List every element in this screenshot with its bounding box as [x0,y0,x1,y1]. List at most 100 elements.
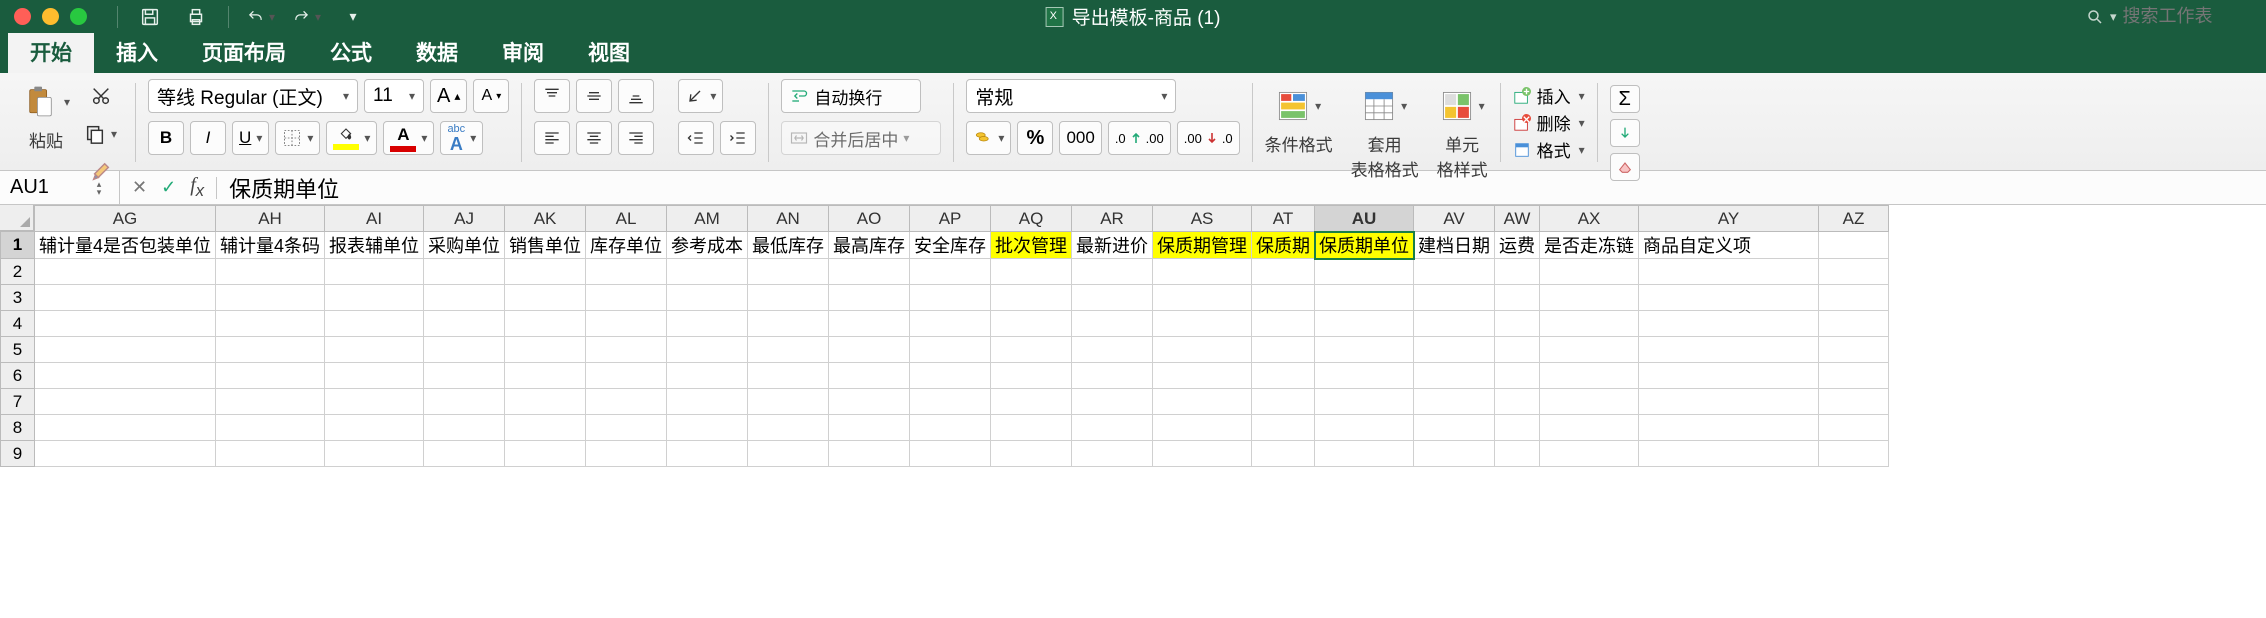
tab-home[interactable]: 开始 [8,29,94,73]
row-header-7[interactable]: 7 [1,389,35,415]
cell-AH6[interactable] [216,363,325,389]
cell-AO9[interactable] [829,441,910,467]
cell-AO8[interactable] [829,415,910,441]
column-header-AU[interactable]: AU [1315,206,1414,232]
cell-AQ7[interactable] [991,389,1072,415]
cell-AV8[interactable] [1414,415,1495,441]
cell-AJ6[interactable] [424,363,505,389]
cell-AY5[interactable] [1639,337,1819,363]
cell-AM3[interactable] [667,285,748,311]
cell-AX9[interactable] [1540,441,1639,467]
cell-AJ1[interactable]: 采购单位 [424,232,505,259]
cell-AV2[interactable] [1414,259,1495,285]
cell-AY4[interactable] [1639,311,1819,337]
cell-AJ8[interactable] [424,415,505,441]
cell-AX1[interactable]: 是否走冻链 [1540,232,1639,259]
underline-button[interactable]: U [232,121,269,155]
cell-AU6[interactable] [1315,363,1414,389]
cell-AK2[interactable] [505,259,586,285]
autosum-button[interactable]: Σ [1610,85,1640,113]
cell-AU4[interactable] [1315,311,1414,337]
cell-AV9[interactable] [1414,441,1495,467]
format-as-table-button[interactable] [1362,83,1408,129]
cell-AN8[interactable] [748,415,829,441]
cell-AT7[interactable] [1252,389,1315,415]
cell-AX7[interactable] [1540,389,1639,415]
cell-AW2[interactable] [1495,259,1540,285]
row-header-2[interactable]: 2 [1,259,35,285]
cell-AI1[interactable]: 报表辅单位 [325,232,424,259]
column-header-AQ[interactable]: AQ [991,206,1072,232]
cell-AS5[interactable] [1153,337,1252,363]
cell-AS1[interactable]: 保质期管理 [1153,232,1252,259]
cell-AZ9[interactable] [1819,441,1889,467]
cell-AS4[interactable] [1153,311,1252,337]
font-family-select[interactable]: 等线 Regular (正文)▾ [148,79,358,113]
cell-AH3[interactable] [216,285,325,311]
cut-button[interactable] [78,79,123,113]
align-left-button[interactable] [534,121,570,155]
cell-AL7[interactable] [586,389,667,415]
cell-AQ8[interactable] [991,415,1072,441]
cell-AR8[interactable] [1072,415,1153,441]
cell-AL9[interactable] [586,441,667,467]
row-header-1[interactable]: 1 [1,232,35,259]
cell-AW3[interactable] [1495,285,1540,311]
cell-AU1[interactable]: 保质期单位 [1315,232,1414,259]
cell-AS8[interactable] [1153,415,1252,441]
cell-AH8[interactable] [216,415,325,441]
cell-AG7[interactable] [35,389,216,415]
fx-icon[interactable]: fx [190,174,204,201]
cell-AT9[interactable] [1252,441,1315,467]
cell-AX5[interactable] [1540,337,1639,363]
font-color-button[interactable]: A [383,121,434,155]
column-header-AK[interactable]: AK [505,206,586,232]
fill-color-button[interactable] [326,121,377,155]
accept-formula-button[interactable]: ✓ [161,177,176,198]
cell-AS9[interactable] [1153,441,1252,467]
cell-AT1[interactable]: 保质期 [1252,232,1315,259]
cell-AW4[interactable] [1495,311,1540,337]
cell-AR4[interactable] [1072,311,1153,337]
cell-AY9[interactable] [1639,441,1819,467]
cell-AG9[interactable] [35,441,216,467]
cell-styles-button[interactable] [1439,83,1485,129]
cell-AO2[interactable] [829,259,910,285]
cell-AQ1[interactable]: 批次管理 [991,232,1072,259]
print-button[interactable] [182,5,210,29]
cell-AI9[interactable] [325,441,424,467]
format-cells-button[interactable]: 格式 [1513,137,1585,162]
cell-AH1[interactable]: 辅计量4条码 [216,232,325,259]
cell-AT8[interactable] [1252,415,1315,441]
cell-AN3[interactable] [748,285,829,311]
cell-AQ4[interactable] [991,311,1072,337]
column-header-AI[interactable]: AI [325,206,424,232]
cell-AX3[interactable] [1540,285,1639,311]
cell-AJ3[interactable] [424,285,505,311]
decrease-indent-button[interactable] [678,121,714,155]
column-header-AR[interactable]: AR [1072,206,1153,232]
merge-center-button[interactable]: 合并后居中 [781,121,941,155]
increase-indent-button[interactable] [720,121,756,155]
sheet-search[interactable]: ▾ [2086,6,2256,27]
cell-AZ1[interactable] [1819,232,1889,259]
cell-AH5[interactable] [216,337,325,363]
cell-AY8[interactable] [1639,415,1819,441]
cell-AU5[interactable] [1315,337,1414,363]
cell-AI8[interactable] [325,415,424,441]
cell-AP6[interactable] [910,363,991,389]
cell-AG8[interactable] [35,415,216,441]
cell-AJ5[interactable] [424,337,505,363]
close-window-button[interactable] [14,8,31,25]
cell-AO5[interactable] [829,337,910,363]
cell-AV4[interactable] [1414,311,1495,337]
cell-AP5[interactable] [910,337,991,363]
cell-AT2[interactable] [1252,259,1315,285]
cell-AU8[interactable] [1315,415,1414,441]
cell-AR1[interactable]: 最新进价 [1072,232,1153,259]
delete-cells-button[interactable]: 删除 [1513,110,1585,135]
cell-AP2[interactable] [910,259,991,285]
cell-AO6[interactable] [829,363,910,389]
cell-AN2[interactable] [748,259,829,285]
orientation-button[interactable] [678,79,723,113]
